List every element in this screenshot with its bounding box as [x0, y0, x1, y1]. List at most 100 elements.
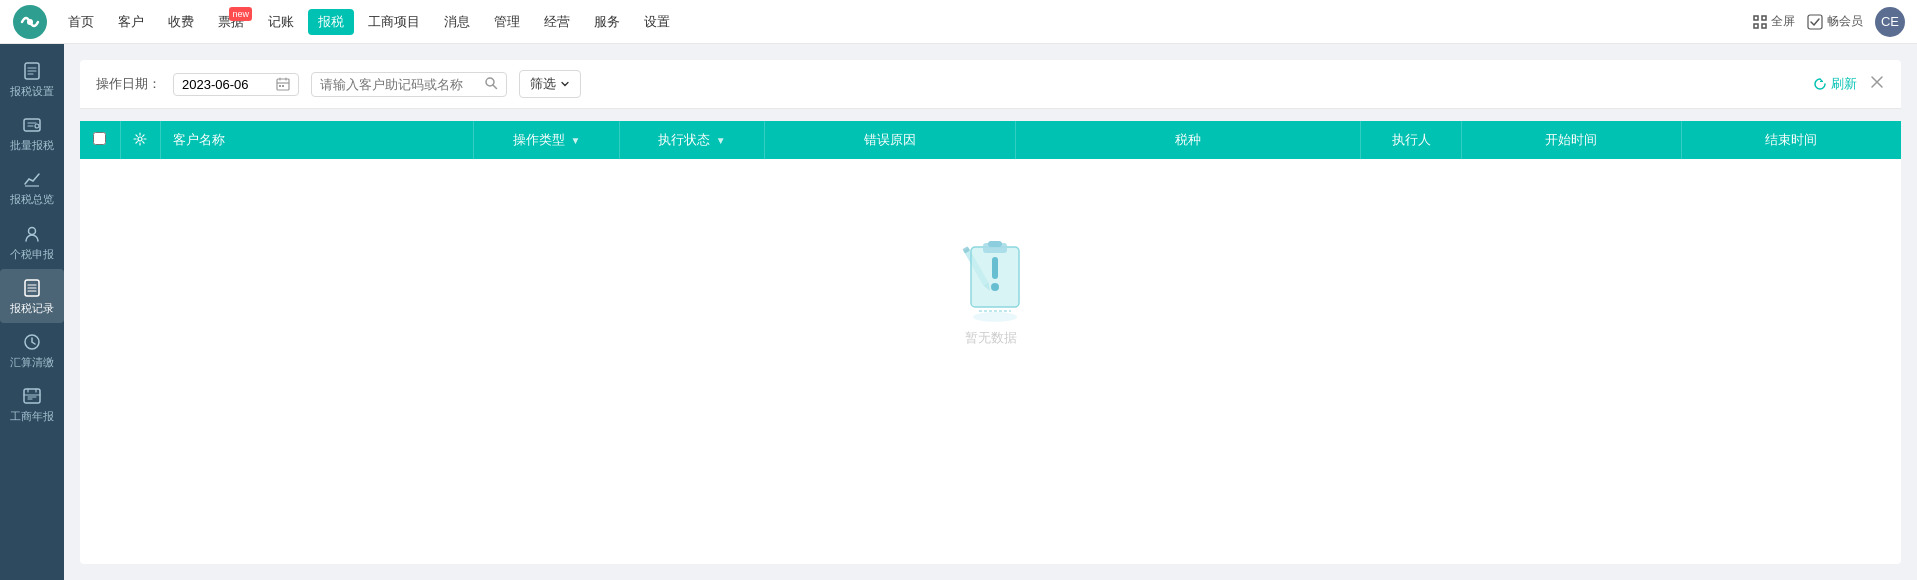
th-end-time: 结束时间	[1681, 121, 1901, 159]
sidebar-icon-tax-settings	[21, 60, 43, 82]
svg-rect-2	[1754, 16, 1758, 20]
close-icon	[1869, 74, 1885, 90]
svg-rect-25	[988, 241, 1002, 247]
sidebar-label-batch-tax: 批量报税	[10, 139, 54, 152]
th-op-type[interactable]: 操作类型 ▼	[474, 121, 619, 159]
nav-item-service[interactable]: 服务	[584, 9, 630, 35]
filter-right-controls: 刷新	[1813, 74, 1885, 94]
th-exec-status[interactable]: 执行状态 ▼	[619, 121, 764, 159]
nav-item-tax[interactable]: 报税	[308, 9, 354, 35]
sidebar-item-tax-record[interactable]: 报税记录	[0, 269, 64, 323]
empty-state-row: 暂无数据	[80, 159, 1901, 387]
sidebar-label-personal-tax: 个税申报	[10, 248, 54, 261]
date-input[interactable]	[182, 77, 272, 92]
select-all-checkbox[interactable]	[93, 132, 106, 145]
svg-rect-26	[992, 257, 998, 279]
refresh-button[interactable]: 刷新	[1813, 75, 1857, 93]
svg-point-1	[27, 19, 33, 25]
th-exec-status-label: 执行状态	[658, 132, 710, 147]
th-client: 客户名称	[160, 121, 474, 159]
svg-rect-16	[282, 85, 284, 87]
th-error-reason-label: 错误原因	[864, 132, 916, 147]
svg-rect-8	[24, 119, 40, 131]
th-start-time: 开始时间	[1461, 121, 1681, 159]
sidebar-item-tax-overview[interactable]: 报税总览	[0, 160, 64, 214]
search-input[interactable]	[320, 77, 480, 92]
empty-text: 暂无数据	[965, 329, 1017, 347]
nav-item-operation[interactable]: 经营	[534, 9, 580, 35]
nav-item-invoice[interactable]: 票据new	[208, 9, 254, 35]
filter-label-text: 筛选	[530, 75, 556, 93]
search-wrapper	[311, 72, 507, 97]
sidebar-item-batch-tax[interactable]: 批量报税	[0, 106, 64, 160]
sidebar-label-tax-record: 报税记录	[10, 302, 54, 315]
sidebar-icon-settlement	[21, 331, 43, 353]
sidebar-label-tax-settings: 报税设置	[10, 85, 54, 98]
svg-rect-14	[277, 79, 289, 90]
member-label: 畅会员	[1827, 13, 1863, 30]
search-icon	[484, 76, 498, 90]
nav-item-billing[interactable]: 收费	[158, 9, 204, 35]
sidebar-item-tax-settings[interactable]: 报税设置	[0, 52, 64, 106]
sidebar-icon-tax-overview	[21, 168, 43, 190]
fullscreen-icon	[1753, 15, 1767, 29]
nav-item-bookkeeping[interactable]: 记账	[258, 9, 304, 35]
th-checkbox[interactable]	[80, 121, 120, 159]
search-button[interactable]	[484, 76, 498, 93]
th-client-label: 客户名称	[173, 132, 225, 147]
sidebar-icon-batch-tax	[21, 114, 43, 136]
th-tax-type: 税种	[1016, 121, 1361, 159]
member-button[interactable]: 畅会员	[1807, 13, 1863, 30]
sidebar-item-settlement[interactable]: 汇算清缴	[0, 323, 64, 377]
badge-invoice: new	[229, 7, 252, 21]
sidebar-icon-personal-tax	[21, 223, 43, 245]
th-error-reason: 错误原因	[764, 121, 1015, 159]
sidebar-label-settlement: 汇算清缴	[10, 356, 54, 369]
member-icon	[1807, 14, 1823, 30]
svg-rect-3	[1762, 16, 1766, 20]
avatar-text: CE	[1881, 14, 1899, 29]
nav-item-message[interactable]: 消息	[434, 9, 480, 35]
svg-point-27	[991, 283, 999, 291]
nav-item-manage[interactable]: 管理	[484, 9, 530, 35]
close-button[interactable]	[1869, 74, 1885, 94]
filter-button[interactable]: 筛选	[519, 70, 581, 98]
sidebar-item-personal-tax[interactable]: 个税申报	[0, 215, 64, 269]
th-gear[interactable]	[120, 121, 160, 159]
table-container: 客户名称 操作类型 ▼ 执行状态 ▼ 错误原因	[80, 121, 1901, 564]
th-executor: 执行人	[1361, 121, 1461, 159]
sidebar-icon-annual-report	[21, 385, 43, 407]
svg-point-10	[29, 227, 36, 234]
empty-illustration	[941, 219, 1041, 329]
th-start-time-label: 开始时间	[1545, 132, 1597, 147]
date-picker[interactable]	[173, 73, 299, 96]
svg-point-18	[138, 137, 142, 141]
svg-point-9	[35, 124, 39, 128]
table-header-row: 客户名称 操作类型 ▼ 执行状态 ▼ 错误原因	[80, 121, 1901, 159]
nav-item-customer[interactable]: 客户	[108, 9, 154, 35]
content-area: 操作日期：	[64, 44, 1917, 580]
refresh-label: 刷新	[1831, 75, 1857, 93]
sort-icon-exec-status: ▼	[716, 135, 726, 146]
refresh-icon	[1813, 77, 1827, 91]
fullscreen-button[interactable]: 全屏	[1753, 13, 1795, 30]
svg-point-29	[973, 312, 1017, 322]
svg-rect-13	[24, 389, 40, 403]
nav-item-settings[interactable]: 设置	[634, 9, 680, 35]
svg-rect-15	[279, 85, 281, 87]
fullscreen-label: 全屏	[1771, 13, 1795, 30]
data-table: 客户名称 操作类型 ▼ 执行状态 ▼ 错误原因	[80, 121, 1901, 387]
th-end-time-label: 结束时间	[1765, 132, 1817, 147]
empty-state: 暂无数据	[80, 159, 1901, 387]
chevron-down-icon	[560, 79, 570, 89]
sidebar-item-annual-report[interactable]: 工商年报	[0, 377, 64, 431]
top-nav-right: 全屏 畅会员 CE	[1753, 7, 1905, 37]
nav-item-home[interactable]: 首页	[58, 9, 104, 35]
calendar-icon	[276, 77, 290, 91]
th-op-type-label: 操作类型	[513, 132, 565, 147]
nav-item-business[interactable]: 工商项目	[358, 9, 430, 35]
avatar[interactable]: CE	[1875, 7, 1905, 37]
date-label: 操作日期：	[96, 75, 161, 93]
app-logo[interactable]	[12, 4, 48, 40]
svg-rect-4	[1754, 24, 1758, 28]
